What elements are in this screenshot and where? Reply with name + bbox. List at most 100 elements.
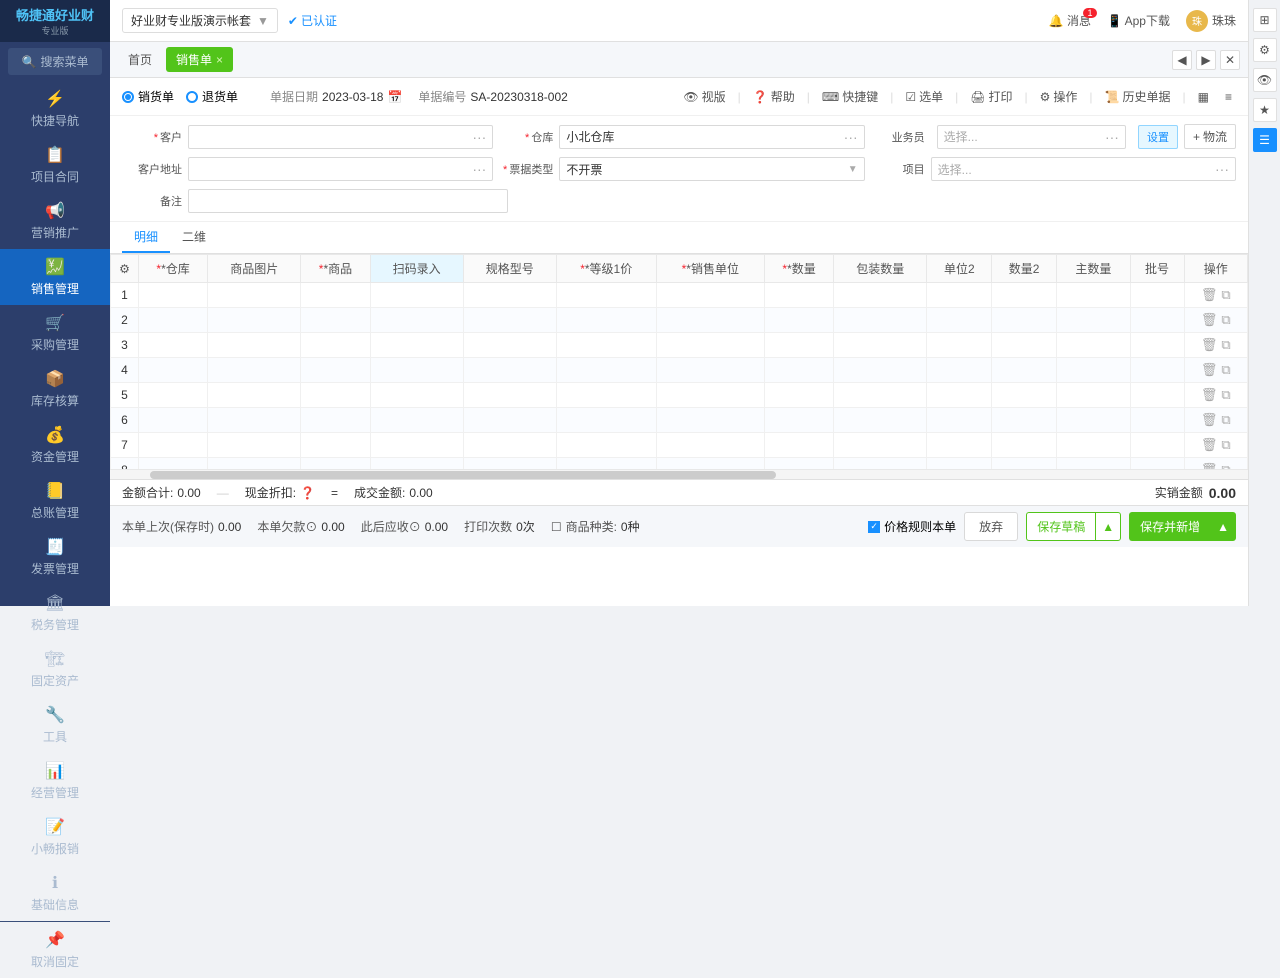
copy-row-icon[interactable]: ⧉	[1221, 462, 1230, 469]
sidebar-item-project[interactable]: 📋 项目合同	[0, 137, 110, 193]
delete-row-icon[interactable]: 🗑	[1201, 437, 1218, 453]
form-actions: 👁 视版 | ❓ 帮助 | ⌨ 快捷键 | ☑ 选单 |	[679, 86, 1236, 107]
discard-button[interactable]: 放弃	[964, 512, 1018, 541]
company-selector[interactable]: 好业财专业版演示帐套 ▼	[122, 8, 278, 33]
tools-icon: 🔧	[45, 705, 65, 725]
tab-close-button[interactable]: ✕	[1220, 50, 1240, 70]
unpin-button[interactable]: 📌 取消固定	[0, 922, 110, 978]
radio-sales[interactable]: 销货单	[122, 88, 174, 105]
copy-row-icon[interactable]: ⧉	[1221, 387, 1230, 403]
project-picker-icon[interactable]: ···	[1215, 161, 1229, 177]
right-panel-btn-2[interactable]: ⚙	[1253, 38, 1277, 62]
table-row: 5🗑⧉	[111, 383, 1248, 408]
delete-row-icon[interactable]: 🗑	[1201, 312, 1218, 328]
app-download-button[interactable]: 📱 App下载	[1107, 12, 1170, 29]
table-view-button[interactable]: ▦	[1194, 88, 1213, 106]
search-menu-button[interactable]: 🔍 搜索菜单	[8, 48, 102, 75]
history-button[interactable]: 📜 历史单据	[1101, 86, 1175, 107]
pin-icon: 📌	[45, 930, 65, 950]
copy-row-icon[interactable]: ⧉	[1221, 312, 1230, 328]
sidebar-item-invoice[interactable]: 🧾 发票管理	[0, 529, 110, 585]
form-meta: 单据日期 2023-03-18 📅 单据编号 SA-20230318-002	[270, 88, 568, 105]
sidebar-item-sales[interactable]: 💹 销售管理	[0, 249, 110, 305]
right-panel-btn-3[interactable]: 👁	[1253, 68, 1277, 92]
customer-picker-icon[interactable]: ···	[472, 129, 486, 145]
save-new-dropdown-button[interactable]: ▲	[1210, 512, 1236, 541]
warehouse-input[interactable]: 小北仓库 ···	[559, 125, 864, 149]
settings-button[interactable]: 设置	[1138, 125, 1178, 149]
tab-sales-order[interactable]: 销售单 ×	[166, 47, 233, 72]
tab-detail[interactable]: 明细	[122, 222, 170, 253]
sidebar-item-tools[interactable]: 🔧 工具	[0, 697, 110, 753]
footer-actions: 价格规则本单 放弃 保存草稿 ▲ 保存并新增 ▲	[868, 512, 1236, 541]
save-new-button[interactable]: 保存并新增	[1129, 512, 1210, 541]
list-view-button[interactable]: ≡	[1221, 88, 1236, 106]
horizontal-scrollbar[interactable]	[110, 469, 1248, 479]
sidebar-item-tax[interactable]: 🏛 税务管理	[0, 585, 110, 641]
copy-row-icon[interactable]: ⧉	[1221, 337, 1230, 353]
sidebar-item-assets[interactable]: 🏗 固定资产	[0, 641, 110, 697]
th-settings[interactable]: ⚙	[111, 255, 139, 283]
sidebar-item-purchase[interactable]: 🛒 采购管理	[0, 305, 110, 361]
more-ops-button[interactable]: ⚙ 操作	[1036, 86, 1082, 107]
sidebar-item-operations[interactable]: 📊 经营管理	[0, 753, 110, 809]
sidebar-item-funds[interactable]: 💰 资金管理	[0, 417, 110, 473]
address-picker-icon[interactable]: ···	[472, 161, 486, 177]
right-panel-btn-4[interactable]: ★	[1253, 98, 1277, 122]
radio-return[interactable]: 退货单	[186, 88, 238, 105]
delete-row-icon[interactable]: 🗑	[1201, 412, 1218, 428]
salesperson-input[interactable]: 选择... ···	[937, 125, 1126, 149]
salesperson-picker-icon[interactable]: ···	[1105, 129, 1119, 145]
sidebar-item-general[interactable]: 📒 总账管理	[0, 473, 110, 529]
project-field-row: 项目 选择... ···	[865, 153, 1236, 185]
copy-row-icon[interactable]: ⧉	[1221, 362, 1230, 378]
sidebar-item-inventory[interactable]: 📦 库存核算	[0, 361, 110, 417]
select-button[interactable]: ☑ 选单	[901, 86, 947, 107]
tab-close-icon[interactable]: ×	[216, 53, 223, 67]
sidebar-item-reports[interactable]: 📝 小畅报销	[0, 809, 110, 865]
delete-row-icon[interactable]: 🗑	[1201, 337, 1218, 353]
print-button[interactable]: 🖨 打印	[966, 86, 1016, 107]
form-content: 销货单 退货单 单据日期 2023-03-18 📅 单据编号 SA-202303…	[110, 78, 1248, 606]
tab-prev-button[interactable]: ◀	[1172, 50, 1192, 70]
calendar-icon[interactable]: 📅	[387, 90, 402, 104]
tab-home[interactable]: 首页	[118, 47, 162, 72]
delete-row-icon[interactable]: 🗑	[1201, 362, 1218, 378]
scrollbar-thumb[interactable]	[150, 471, 776, 479]
project-input[interactable]: 选择... ···	[931, 157, 1236, 181]
remark-label: 备注	[122, 193, 182, 209]
save-draft-dropdown-button[interactable]: ▲	[1095, 512, 1121, 541]
debt-amount: 本单欠款⊙ 0.00	[257, 518, 344, 535]
customer-input[interactable]: ···	[188, 125, 493, 149]
tab-2d[interactable]: 二维	[170, 222, 218, 253]
price-rule-checkbox[interactable]: 价格规则本单	[868, 518, 956, 535]
ticket-input[interactable]: 不开票 ▼	[559, 157, 864, 181]
detail-table: ⚙ *仓库 商品图片 *商品 扫码录入 规格型号 *等级1价 *销售单位 *数量…	[110, 254, 1248, 469]
shortcut-button[interactable]: ⌨ 快捷键	[818, 86, 882, 107]
copy-row-icon[interactable]: ⧉	[1221, 287, 1230, 303]
ticket-field-row: 票据类型 不开票 ▼	[493, 153, 864, 185]
sidebar-item-basic[interactable]: ℹ 基础信息	[0, 865, 110, 921]
copy-row-icon[interactable]: ⧉	[1221, 412, 1230, 428]
sidebar-item-marketing[interactable]: 📢 营销推广	[0, 193, 110, 249]
delete-row-icon[interactable]: 🗑	[1201, 387, 1218, 403]
address-input[interactable]: ···	[188, 157, 493, 181]
remark-input[interactable]	[188, 189, 508, 213]
th-price1: *等级1价	[556, 255, 656, 283]
save-draft-button[interactable]: 保存草稿	[1026, 512, 1095, 541]
view-mode-button[interactable]: 👁 视版	[679, 86, 729, 107]
right-panel-btn-1[interactable]: ⊞	[1253, 8, 1277, 32]
th-batch-import[interactable]: 扫码录入	[370, 255, 463, 283]
warehouse-picker-icon[interactable]: ···	[844, 129, 858, 145]
copy-row-icon[interactable]: ⧉	[1221, 437, 1230, 453]
help-button[interactable]: ❓ 帮助	[749, 86, 799, 107]
notification-button[interactable]: 🔔 1 消息	[1049, 12, 1091, 29]
delete-row-icon[interactable]: 🗑	[1201, 462, 1218, 469]
delete-row-icon[interactable]: 🗑	[1201, 287, 1218, 303]
tab-next-button[interactable]: ▶	[1196, 50, 1216, 70]
user-menu[interactable]: 珠 珠珠	[1186, 10, 1236, 32]
sidebar-item-quicknav[interactable]: ⚡ 快捷导航	[0, 81, 110, 137]
logistics-button[interactable]: + 物流	[1184, 124, 1236, 149]
table-scroll-area[interactable]: ⚙ *仓库 商品图片 *商品 扫码录入 规格型号 *等级1价 *销售单位 *数量…	[110, 254, 1248, 469]
right-panel-btn-5[interactable]: ☰	[1253, 128, 1277, 152]
